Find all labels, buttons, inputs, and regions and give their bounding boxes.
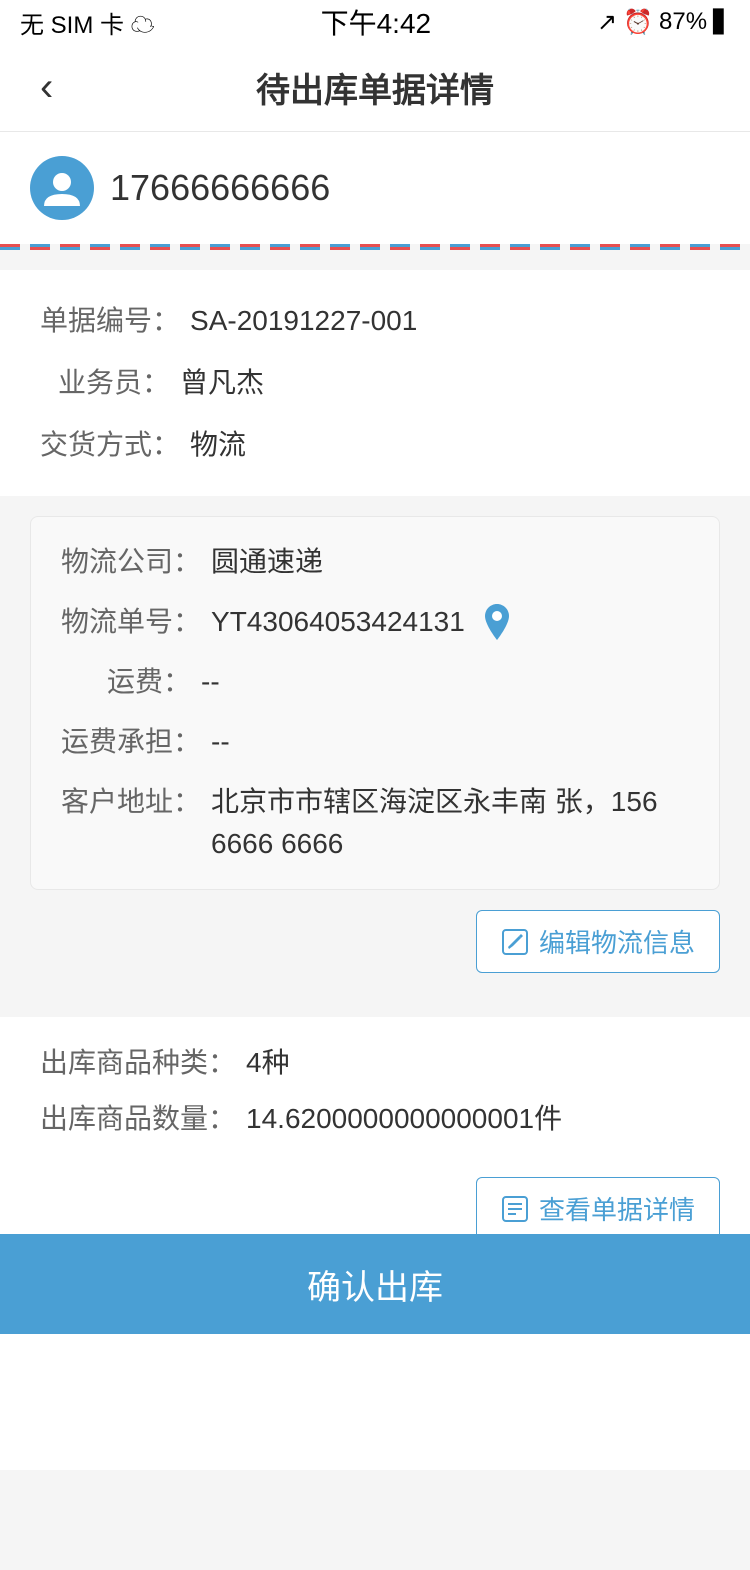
view-detail-button[interactable]: 查看单据详情 — [476, 1177, 720, 1240]
goods-type-row: 出库商品种类： 4种 — [40, 1041, 710, 1081]
logistics-tracking-value: YT43064053424131 — [211, 601, 689, 643]
delivery-method-label: 交货方式： — [40, 424, 180, 466]
edit-logistics-label: 编辑物流信息 — [539, 923, 695, 960]
freight-bearer-row: 运费承担： -- — [61, 721, 689, 763]
logistics-tracking-label: 物流单号： — [61, 601, 201, 643]
address-row: 客户地址： 北京市市辖区海淀区永丰南 张，156 6666 6666 — [61, 781, 689, 865]
edit-icon — [501, 928, 529, 956]
logistics-tracking-row: 物流单号： YT43064053424131 — [61, 601, 689, 643]
sim-status: 无 SIM 卡 ☁ — [20, 5, 155, 40]
freight-bearer-value: -- — [211, 721, 689, 763]
nav-bar: ‹ 待出库单据详情 — [0, 44, 750, 132]
status-left: 无 SIM 卡 ☁ — [20, 5, 155, 40]
section-gap-2 — [0, 997, 750, 1017]
freight-label: 运费： — [61, 661, 191, 703]
user-icon — [42, 168, 82, 208]
tracking-location-icon[interactable] — [479, 604, 515, 640]
sales-person-value: 曾凡杰 — [180, 362, 710, 404]
location-icon: ↗ — [597, 8, 617, 37]
dashed-divider — [0, 244, 750, 250]
status-right: ↗ ⏰ 87% ▋ — [597, 8, 730, 37]
sales-person-label: 业务员： — [40, 362, 170, 404]
battery-icon: ▋ — [713, 9, 730, 35]
goods-section: 出库商品种类： 4种 出库商品数量： 14.6200000000000001件 — [0, 1017, 750, 1161]
edit-logistics-button[interactable]: 编辑物流信息 — [476, 910, 720, 973]
logistics-company-label: 物流公司： — [61, 541, 201, 583]
order-number-value: SA-20191227-001 — [190, 300, 710, 342]
customer-phone: 17666666666 — [110, 167, 330, 209]
section-gap-1 — [0, 250, 750, 270]
confirm-button[interactable]: 确认出库 — [0, 1234, 750, 1334]
goods-quantity-row: 出库商品数量： 14.6200000000000001件 — [40, 1097, 710, 1137]
document-icon — [501, 1195, 529, 1223]
view-detail-label: 查看单据详情 — [539, 1190, 695, 1227]
sales-person-row: 业务员： 曾凡杰 — [40, 362, 710, 404]
goods-quantity-value: 14.6200000000000001件 — [246, 1097, 562, 1137]
status-time: 下午4:42 — [321, 2, 432, 42]
alarm-icon: ⏰ — [623, 8, 653, 37]
back-button[interactable]: ‹ — [30, 55, 63, 120]
goods-quantity-label: 出库商品数量： — [40, 1097, 236, 1137]
freight-row: 运费： -- — [61, 661, 689, 703]
edit-logistics-container: 编辑物流信息 — [0, 910, 750, 997]
logistics-company-row: 物流公司： 圆通速递 — [61, 541, 689, 583]
order-number-row: 单据编号： SA-20191227-001 — [40, 300, 710, 342]
logistics-company-value: 圆通速递 — [211, 541, 689, 583]
logistics-card: 物流公司： 圆通速递 物流单号： YT43064053424131 运费： --… — [30, 516, 720, 890]
delivery-method-value: 物流 — [190, 424, 710, 466]
freight-value: -- — [201, 661, 689, 703]
goods-type-label: 出库商品种类： — [40, 1041, 236, 1081]
customer-header: 17666666666 — [0, 132, 750, 244]
order-number-label: 单据编号： — [40, 300, 180, 342]
status-bar: 无 SIM 卡 ☁ 下午4:42 ↗ ⏰ 87% ▋ — [0, 0, 750, 44]
address-value: 北京市市辖区海淀区永丰南 张，156 6666 6666 — [211, 781, 689, 865]
address-label: 客户地址： — [61, 781, 201, 823]
delivery-method-row: 交货方式： 物流 — [40, 424, 710, 466]
battery-status: 87% — [659, 8, 707, 36]
freight-bearer-label: 运费承担： — [61, 721, 201, 763]
order-info-section: 单据编号： SA-20191227-001 业务员： 曾凡杰 交货方式： 物流 — [0, 270, 750, 496]
goods-type-value: 4种 — [246, 1041, 290, 1081]
confirm-button-label: 确认出库 — [307, 1260, 443, 1309]
avatar — [30, 156, 94, 220]
page-title: 待出库单据详情 — [256, 63, 494, 112]
